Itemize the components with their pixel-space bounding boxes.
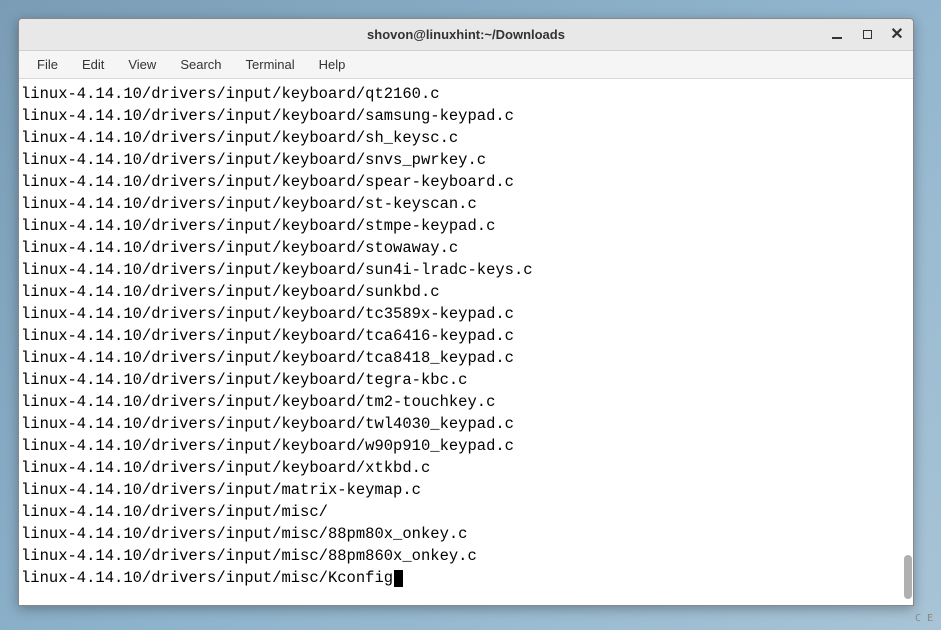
terminal-window: shovon@linuxhint:~/Downloads ✕ File Edit… (18, 18, 914, 606)
terminal-line: linux-4.14.10/drivers/input/keyboard/tm2… (21, 391, 911, 413)
terminal-line: linux-4.14.10/drivers/input/keyboard/sam… (21, 105, 911, 127)
window-title: shovon@linuxhint:~/Downloads (367, 27, 565, 42)
terminal-line: linux-4.14.10/drivers/input/keyboard/twl… (21, 413, 911, 435)
terminal-line: linux-4.14.10/drivers/input/misc/Kconfig (21, 567, 911, 589)
terminal-line: linux-4.14.10/drivers/input/matrix-keyma… (21, 479, 911, 501)
terminal-line: linux-4.14.10/drivers/input/keyboard/w90… (21, 435, 911, 457)
terminal-line: linux-4.14.10/drivers/input/keyboard/tca… (21, 325, 911, 347)
title-bar[interactable]: shovon@linuxhint:~/Downloads ✕ (19, 19, 913, 51)
terminal-line: linux-4.14.10/drivers/input/misc/ (21, 501, 911, 523)
minimize-button[interactable] (827, 25, 847, 45)
menu-search[interactable]: Search (168, 53, 233, 76)
window-controls: ✕ (827, 25, 907, 45)
terminal-line: linux-4.14.10/drivers/input/keyboard/qt2… (21, 83, 911, 105)
menu-file[interactable]: File (25, 53, 70, 76)
terminal-cursor (394, 570, 403, 587)
close-icon: ✕ (890, 27, 903, 43)
terminal-line: linux-4.14.10/drivers/input/keyboard/snv… (21, 149, 911, 171)
menu-view[interactable]: View (116, 53, 168, 76)
terminal-line: linux-4.14.10/drivers/input/keyboard/st-… (21, 193, 911, 215)
terminal-line: linux-4.14.10/drivers/input/keyboard/teg… (21, 369, 911, 391)
terminal-line: linux-4.14.10/drivers/input/keyboard/stm… (21, 215, 911, 237)
menu-terminal[interactable]: Terminal (234, 53, 307, 76)
menu-edit[interactable]: Edit (70, 53, 116, 76)
terminal-line: linux-4.14.10/drivers/input/keyboard/spe… (21, 171, 911, 193)
terminal-line: linux-4.14.10/drivers/input/keyboard/xtk… (21, 457, 911, 479)
terminal-line: linux-4.14.10/drivers/input/keyboard/tc3… (21, 303, 911, 325)
terminal-line: linux-4.14.10/drivers/input/misc/88pm860… (21, 545, 911, 567)
terminal-line: linux-4.14.10/drivers/input/keyboard/sun… (21, 281, 911, 303)
menu-bar: File Edit View Search Terminal Help (19, 51, 913, 79)
terminal-line: linux-4.14.10/drivers/input/keyboard/sun… (21, 259, 911, 281)
terminal-line: linux-4.14.10/drivers/input/keyboard/sh_… (21, 127, 911, 149)
status-indicator: C E (915, 613, 933, 624)
terminal-output[interactable]: linux-4.14.10/drivers/input/keyboard/qt2… (19, 79, 913, 605)
menu-help[interactable]: Help (307, 53, 358, 76)
terminal-line: linux-4.14.10/drivers/input/misc/88pm80x… (21, 523, 911, 545)
maximize-button[interactable] (857, 25, 877, 45)
terminal-line: linux-4.14.10/drivers/input/keyboard/tca… (21, 347, 911, 369)
maximize-icon (863, 30, 872, 39)
minimize-icon (832, 37, 842, 39)
terminal-line: linux-4.14.10/drivers/input/keyboard/sto… (21, 237, 911, 259)
close-button[interactable]: ✕ (887, 25, 907, 45)
scrollbar-thumb[interactable] (904, 555, 912, 599)
